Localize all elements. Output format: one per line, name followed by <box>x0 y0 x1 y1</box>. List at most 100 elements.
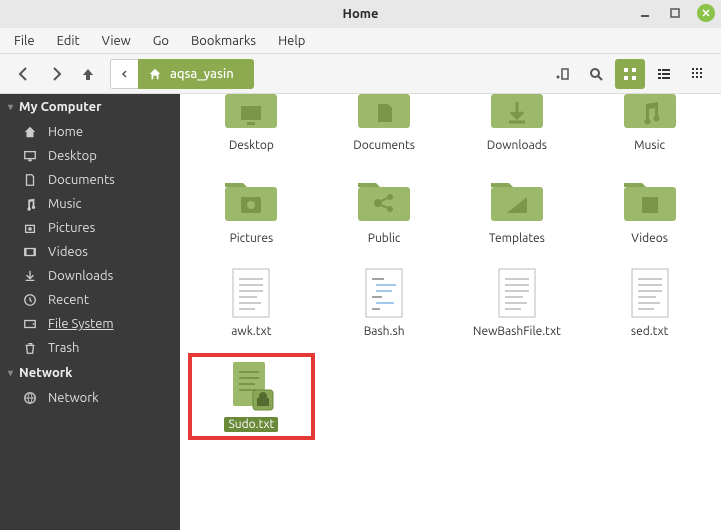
trash-icon <box>22 341 38 355</box>
sidebar-item-recent[interactable]: Recent <box>0 288 180 312</box>
sidebar-group-network[interactable]: ▾ Network <box>0 360 180 386</box>
sidebar-group-computer[interactable]: ▾ My Computer <box>0 94 180 120</box>
item-label: Downloads <box>483 138 551 153</box>
folder-public[interactable]: Public <box>323 169 446 252</box>
text-file-icon <box>219 268 283 318</box>
forward-button[interactable] <box>40 58 72 90</box>
filesystem-icon <box>22 317 38 331</box>
sidebar-group-label: Network <box>19 366 72 380</box>
file-bash-sh[interactable]: Bash.sh <box>323 262 446 345</box>
sidebar-item-home[interactable]: Home <box>0 120 180 144</box>
folder-icon <box>219 175 283 225</box>
pictures-icon <box>22 221 38 235</box>
sidebar-item-network[interactable]: Network <box>0 386 180 410</box>
breadcrumb-label: aqsa_yasin <box>170 67 234 81</box>
folder-music[interactable]: Music <box>588 94 711 159</box>
icon-view-button[interactable] <box>615 59 645 89</box>
documents-icon <box>22 173 38 187</box>
minimize-button[interactable] <box>637 5 653 21</box>
folder-icon <box>352 94 416 132</box>
folder-videos[interactable]: Videos <box>588 169 711 252</box>
menu-bookmarks[interactable]: Bookmarks <box>181 31 266 51</box>
file-grid[interactable]: Desktop Documents Downloads Music <box>180 94 721 530</box>
folder-icon <box>352 175 416 225</box>
item-label: awk.txt <box>227 324 275 339</box>
breadcrumb-current[interactable]: aqsa_yasin <box>138 59 254 89</box>
folder-icon <box>485 94 549 132</box>
window-controls <box>637 4 715 22</box>
path-dropdown-button[interactable] <box>110 59 138 89</box>
sidebar-item-filesystem[interactable]: File System <box>0 312 180 336</box>
chevron-down-icon: ▾ <box>8 367 13 379</box>
sidebar-item-downloads[interactable]: Downloads <box>0 264 180 288</box>
home-icon <box>22 125 38 139</box>
home-icon <box>148 67 162 81</box>
text-file-icon <box>485 268 549 318</box>
sidebar-item-label: Documents <box>48 173 115 187</box>
folder-icon <box>219 94 283 132</box>
item-label: Pictures <box>226 231 278 246</box>
folder-documents[interactable]: Documents <box>323 94 446 159</box>
item-label: Music <box>630 138 669 153</box>
item-label: sed.txt <box>627 324 673 339</box>
search-icon <box>588 66 604 82</box>
menu-help[interactable]: Help <box>268 31 315 51</box>
folder-pictures[interactable]: Pictures <box>190 169 313 252</box>
sidebar-item-label: Network <box>48 391 99 405</box>
item-label: Documents <box>349 138 419 153</box>
item-label: Desktop <box>225 138 278 153</box>
menu-go[interactable]: Go <box>143 31 179 51</box>
item-label: Sudo.txt <box>224 417 278 432</box>
sidebar-item-pictures[interactable]: Pictures <box>0 216 180 240</box>
toggle-location-button[interactable] <box>547 59 577 89</box>
sidebar-item-label: Home <box>48 125 83 139</box>
maximize-button[interactable] <box>667 5 683 21</box>
menu-view[interactable]: View <box>92 31 141 51</box>
search-button[interactable] <box>581 59 611 89</box>
item-label: Videos <box>627 231 672 246</box>
music-icon <box>22 197 38 211</box>
sidebar-item-label: Trash <box>48 341 79 355</box>
sidebar-item-desktop[interactable]: Desktop <box>0 144 180 168</box>
sidebar-item-label: Downloads <box>48 269 113 283</box>
text-file-icon <box>618 268 682 318</box>
folder-templates[interactable]: Templates <box>456 169 579 252</box>
sidebar-item-videos[interactable]: Videos <box>0 240 180 264</box>
file-sudo-txt[interactable]: Sudo.txt <box>190 355 313 438</box>
file-awk-txt[interactable]: awk.txt <box>190 262 313 345</box>
item-label: Bash.sh <box>360 324 409 339</box>
menu-file[interactable]: File <box>4 31 45 51</box>
videos-icon <box>22 245 38 259</box>
folder-icon <box>618 175 682 225</box>
back-button[interactable] <box>8 58 40 90</box>
sidebar-group-label: My Computer <box>19 100 101 114</box>
folder-icon <box>618 94 682 132</box>
sidebar-item-label: Recent <box>48 293 89 307</box>
recent-icon <box>22 293 38 307</box>
sidebar: ▾ My Computer Home Desktop Documents Mus… <box>0 94 180 530</box>
list-view-button[interactable] <box>649 59 679 89</box>
folder-downloads[interactable]: Downloads <box>456 94 579 159</box>
close-button[interactable] <box>697 4 715 22</box>
sidebar-item-label: Desktop <box>48 149 97 163</box>
sidebar-item-label: Videos <box>48 245 88 259</box>
up-button[interactable] <box>72 58 104 90</box>
window-title: Home <box>343 7 379 21</box>
sidebar-item-trash[interactable]: Trash <box>0 336 180 360</box>
file-sed-txt[interactable]: sed.txt <box>588 262 711 345</box>
folder-desktop[interactable]: Desktop <box>190 94 313 159</box>
titlebar: Home <box>0 0 721 28</box>
chevron-down-icon: ▾ <box>8 101 13 113</box>
item-label: Templates <box>485 231 549 246</box>
compact-view-button[interactable] <box>683 59 713 89</box>
sidebar-item-documents[interactable]: Documents <box>0 168 180 192</box>
folder-icon <box>485 175 549 225</box>
sidebar-item-label: File System <box>48 317 114 331</box>
file-newbashfile-txt[interactable]: NewBashFile.txt <box>456 262 579 345</box>
network-icon <box>22 391 38 405</box>
desktop-icon <box>22 149 38 163</box>
downloads-icon <box>22 269 38 283</box>
menu-edit[interactable]: Edit <box>47 31 90 51</box>
item-label: Public <box>364 231 405 246</box>
sidebar-item-music[interactable]: Music <box>0 192 180 216</box>
